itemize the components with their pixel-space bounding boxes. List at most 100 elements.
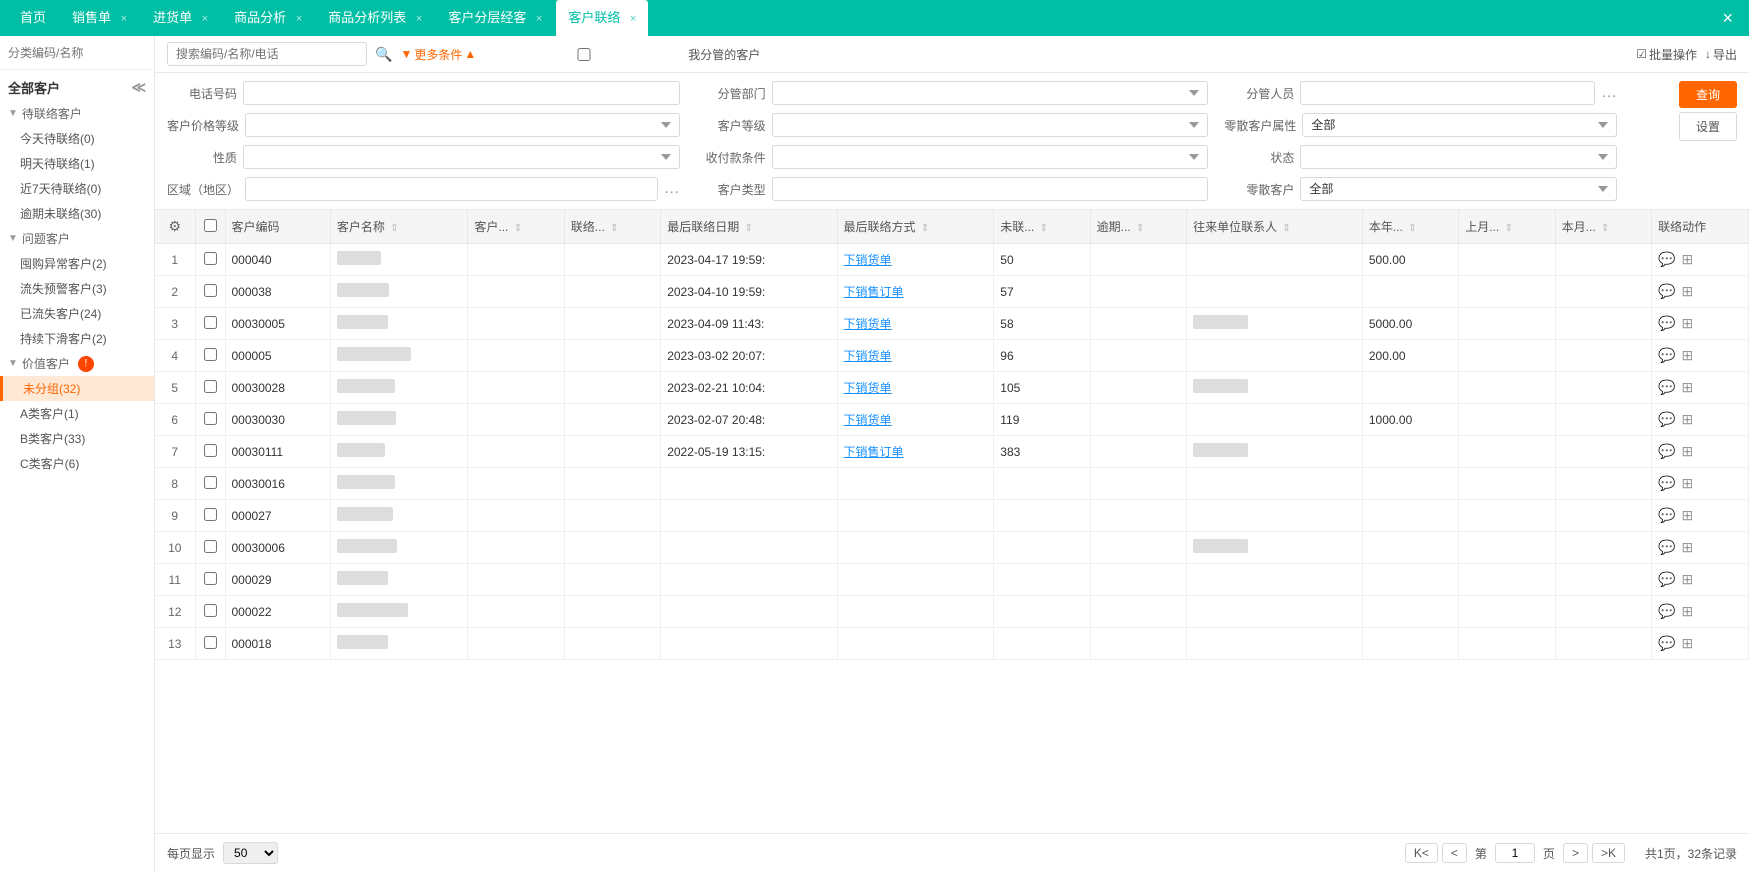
sidebar-item-abnormal[interactable]: 囤购异常客户(2) — [0, 251, 154, 276]
page-number-input[interactable] — [1495, 843, 1535, 863]
grid-icon[interactable]: ⊞ — [1682, 379, 1694, 396]
contact-method-link[interactable]: 下销售订单 — [844, 445, 904, 459]
filter-dept-select[interactable] — [772, 81, 1209, 105]
contact-method-link[interactable]: 下销售订单 — [844, 285, 904, 299]
contact-method-link[interactable]: 下销货单 — [844, 413, 892, 427]
close-sales-icon[interactable]: × — [121, 13, 127, 25]
grid-icon[interactable]: ⊞ — [1682, 603, 1694, 620]
chat-icon[interactable]: 💬 — [1658, 411, 1675, 428]
chat-icon[interactable]: 💬 — [1658, 443, 1675, 460]
sidebar-item-no-group[interactable]: 未分组(32) — [0, 376, 154, 401]
nav-customer-contact[interactable]: 客户联络 × — [556, 0, 648, 36]
row-checkbox[interactable] — [204, 252, 217, 265]
grid-icon[interactable]: ⊞ — [1682, 539, 1694, 556]
next-page-button[interactable]: > — [1563, 843, 1588, 863]
export-button[interactable]: ↓ 导出 — [1705, 46, 1737, 63]
nav-product-analysis[interactable]: 商品分析 × — [222, 0, 314, 36]
row-checkbox[interactable] — [204, 476, 217, 489]
sidebar-item-today-pending[interactable]: 今天待联络(0) — [0, 126, 154, 151]
reset-button[interactable]: 设置 — [1679, 112, 1737, 141]
grid-icon[interactable]: ⊞ — [1682, 411, 1694, 428]
contact-method-link[interactable]: 下销货单 — [844, 349, 892, 363]
grid-icon[interactable]: ⊞ — [1682, 475, 1694, 492]
chat-icon[interactable]: 💬 — [1658, 379, 1675, 396]
row-checkbox[interactable] — [204, 604, 217, 617]
close-product-analysis-icon[interactable]: × — [296, 13, 302, 25]
row-checkbox[interactable] — [204, 540, 217, 553]
batch-op-button[interactable]: ☑ 批量操作 — [1636, 46, 1697, 63]
nav-home[interactable]: 首页 — [8, 0, 58, 36]
filter-price-level-select[interactable] — [245, 113, 680, 137]
grid-icon[interactable]: ⊞ — [1682, 347, 1694, 364]
sidebar-item-declining[interactable]: 持续下滑客户(2) — [0, 326, 154, 351]
sidebar-item-churned[interactable]: 已流失客户(24) — [0, 301, 154, 326]
grid-icon[interactable]: ⊞ — [1682, 443, 1694, 460]
chat-icon[interactable]: 💬 — [1658, 347, 1675, 364]
sidebar-item-tomorrow-pending[interactable]: 明天待联络(1) — [0, 151, 154, 176]
nav-customer-segment[interactable]: 客户分层经客 × — [436, 0, 554, 36]
chat-icon[interactable]: 💬 — [1658, 475, 1675, 492]
contact-method-link[interactable]: 下销货单 — [844, 317, 892, 331]
row-checkbox[interactable] — [204, 348, 217, 361]
query-button[interactable]: 查询 — [1679, 81, 1737, 108]
close-customer-contact-icon[interactable]: × — [630, 13, 636, 25]
filter-nature-select[interactable] — [243, 145, 680, 169]
gear-icon[interactable]: ⚙ — [168, 218, 181, 234]
grid-icon[interactable]: ⊞ — [1682, 251, 1694, 268]
filter-person-input[interactable] — [1300, 81, 1595, 105]
nav-purchase[interactable]: 进货单 × — [141, 0, 220, 36]
filter-search-icon[interactable]: 🔍 — [375, 46, 392, 63]
sidebar-item-c-class[interactable]: C类客户(6) — [0, 451, 154, 476]
col-check-all[interactable] — [195, 210, 225, 244]
filter-status-select[interactable] — [1300, 145, 1617, 169]
filter-customer-type-input[interactable] — [772, 177, 1209, 201]
chat-icon[interactable]: 💬 — [1658, 603, 1675, 620]
close-all-button[interactable]: × — [1714, 8, 1741, 29]
prev-page-button[interactable]: < — [1442, 843, 1467, 863]
sidebar-item-churn-warning[interactable]: 流失预警客户(3) — [0, 276, 154, 301]
contact-method-link[interactable]: 下销货单 — [844, 381, 892, 395]
category-search-input[interactable] — [8, 46, 155, 60]
chat-icon[interactable]: 💬 — [1658, 507, 1675, 524]
filter-phone-input[interactable] — [243, 81, 680, 105]
col-gear[interactable]: ⚙ — [155, 210, 195, 244]
per-page-select[interactable]: 50 100 — [223, 842, 278, 864]
check-all-checkbox[interactable] — [204, 219, 217, 232]
filter-retail-attr-select[interactable]: 全部 — [1302, 113, 1617, 137]
chat-icon[interactable]: 💬 — [1658, 635, 1675, 652]
nav-product-analysis-list[interactable]: 商品分析列表 × — [316, 0, 434, 36]
collapse-sidebar-icon[interactable]: ≪ — [131, 79, 146, 96]
filter-payment-select[interactable] — [772, 145, 1209, 169]
row-checkbox[interactable] — [204, 572, 217, 585]
chat-icon[interactable]: 💬 — [1658, 251, 1675, 268]
grid-icon[interactable]: ⊞ — [1682, 635, 1694, 652]
all-customers-header[interactable]: 全部客户 ≪ — [0, 70, 154, 101]
filter-customer-level-select[interactable] — [772, 113, 1209, 137]
row-checkbox[interactable] — [204, 380, 217, 393]
chat-icon[interactable]: 💬 — [1658, 539, 1675, 556]
grid-icon[interactable]: ⊞ — [1682, 507, 1694, 524]
filter-region-input[interactable] — [245, 177, 658, 201]
sidebar-item-week-pending[interactable]: 近7天待联络(0) — [0, 176, 154, 201]
row-checkbox[interactable] — [204, 444, 217, 457]
sidebar-item-a-class[interactable]: A类客户(1) — [0, 401, 154, 426]
chat-icon[interactable]: 💬 — [1658, 283, 1675, 300]
grid-icon[interactable]: ⊞ — [1682, 571, 1694, 588]
filter-region-dots[interactable]: … — [664, 180, 680, 198]
row-checkbox[interactable] — [204, 284, 217, 297]
sidebar-item-b-class[interactable]: B类客户(33) — [0, 426, 154, 451]
close-purchase-icon[interactable]: × — [202, 13, 208, 25]
first-page-button[interactable]: K< — [1405, 843, 1438, 863]
chat-icon[interactable]: 💬 — [1658, 571, 1675, 588]
sidebar-item-overdue-pending[interactable]: 逾期未联络(30) — [0, 201, 154, 226]
more-conditions-button[interactable]: ▼ 更多条件 ▲ — [400, 46, 476, 63]
grid-icon[interactable]: ⊞ — [1682, 315, 1694, 332]
contact-method-link[interactable]: 下销货单 — [844, 253, 892, 267]
filter-retail-select[interactable]: 全部 — [1300, 177, 1617, 201]
row-checkbox[interactable] — [204, 508, 217, 521]
filter-person-dots[interactable]: … — [1601, 84, 1617, 102]
grid-icon[interactable]: ⊞ — [1682, 283, 1694, 300]
row-checkbox[interactable] — [204, 316, 217, 329]
close-product-analysis-list-icon[interactable]: × — [416, 13, 422, 25]
close-customer-segment-icon[interactable]: × — [536, 13, 542, 25]
